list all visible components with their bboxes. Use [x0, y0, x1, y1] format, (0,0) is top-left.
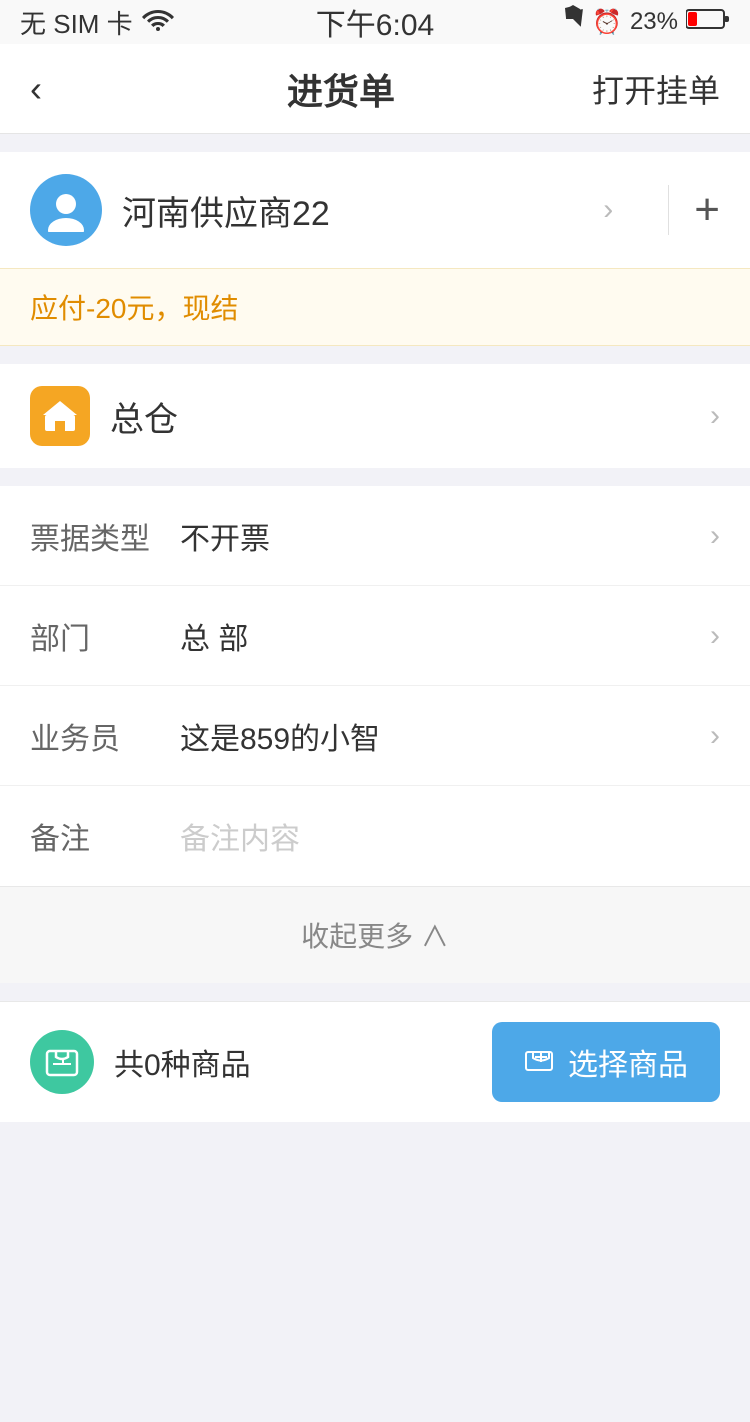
section-gap-4: [0, 983, 750, 1001]
staff-label: 业务员: [30, 714, 170, 758]
supplier-avatar: [30, 174, 102, 246]
section-gap-1: [0, 134, 750, 152]
warehouse-icon: [30, 386, 90, 446]
product-icon: [30, 1030, 94, 1094]
supplier-divider: [668, 185, 669, 235]
warehouse-card[interactable]: 总仓 ›: [0, 364, 750, 468]
add-button[interactable]: +: [694, 185, 720, 235]
remark-row[interactable]: 备注 备注内容: [0, 786, 750, 886]
location-icon: [562, 5, 584, 40]
bottom-bar: 共0种商品 选择商品: [0, 1001, 750, 1122]
select-product-button[interactable]: 选择商品: [492, 1022, 720, 1102]
back-button[interactable]: ‹: [30, 68, 90, 110]
status-bar: 无 SIM 卡 下午6:04 ⏰ 23%: [0, 0, 750, 44]
dept-arrow-icon: ›: [710, 619, 720, 653]
supplier-card: 河南供应商22 › + 应付-20元，现结: [0, 152, 750, 346]
section-gap-3: [0, 468, 750, 486]
staff-arrow-icon: ›: [710, 719, 720, 753]
invoice-label: 票据类型: [30, 514, 170, 558]
product-count: 共0种商品: [114, 1040, 492, 1084]
cart-icon: [524, 1048, 558, 1076]
status-right: ⏰ 23%: [562, 5, 730, 40]
staff-row[interactable]: 业务员 这是859的小智 ›: [0, 686, 750, 786]
invoice-arrow-icon: ›: [710, 519, 720, 553]
page-title: 进货单: [287, 63, 395, 115]
select-product-label: 选择商品: [568, 1040, 688, 1084]
remark-label: 备注: [30, 814, 170, 858]
page-background: [0, 1122, 750, 1422]
supplier-row[interactable]: 河南供应商22 › +: [0, 152, 750, 268]
supplier-arrow-icon: ›: [603, 193, 613, 227]
open-pending-button[interactable]: 打开挂单: [592, 66, 720, 112]
collapse-button[interactable]: 收起更多 ∧: [0, 886, 750, 983]
warehouse-name: 总仓: [110, 392, 710, 441]
status-left: 无 SIM 卡: [20, 4, 175, 41]
section-gap-2: [0, 346, 750, 364]
dept-row[interactable]: 部门 总 部 ›: [0, 586, 750, 686]
notice-banner: 应付-20元，现结: [0, 268, 750, 346]
alarm-icon: ⏰: [592, 8, 622, 37]
warehouse-row[interactable]: 总仓 ›: [0, 364, 750, 468]
dept-label: 部门: [30, 614, 170, 658]
battery-icon: [686, 7, 730, 38]
status-time: 下午6:04: [316, 0, 434, 44]
battery-text: 23%: [630, 8, 678, 36]
warehouse-arrow-icon: ›: [710, 399, 720, 433]
wifi-icon: [141, 7, 175, 38]
remark-input[interactable]: 备注内容: [170, 814, 720, 858]
dept-value: 总 部: [170, 614, 710, 658]
invoice-value: 不开票: [170, 514, 710, 558]
invoice-row[interactable]: 票据类型 不开票 ›: [0, 486, 750, 586]
supplier-name: 河南供应商22: [122, 186, 603, 235]
form-section: 票据类型 不开票 › 部门 总 部 › 业务员 这是859的小智 › 备注 备注…: [0, 486, 750, 886]
carrier-text: 无 SIM 卡: [20, 4, 133, 41]
nav-bar: ‹ 进货单 打开挂单: [0, 44, 750, 134]
staff-value: 这是859的小智: [170, 714, 710, 758]
